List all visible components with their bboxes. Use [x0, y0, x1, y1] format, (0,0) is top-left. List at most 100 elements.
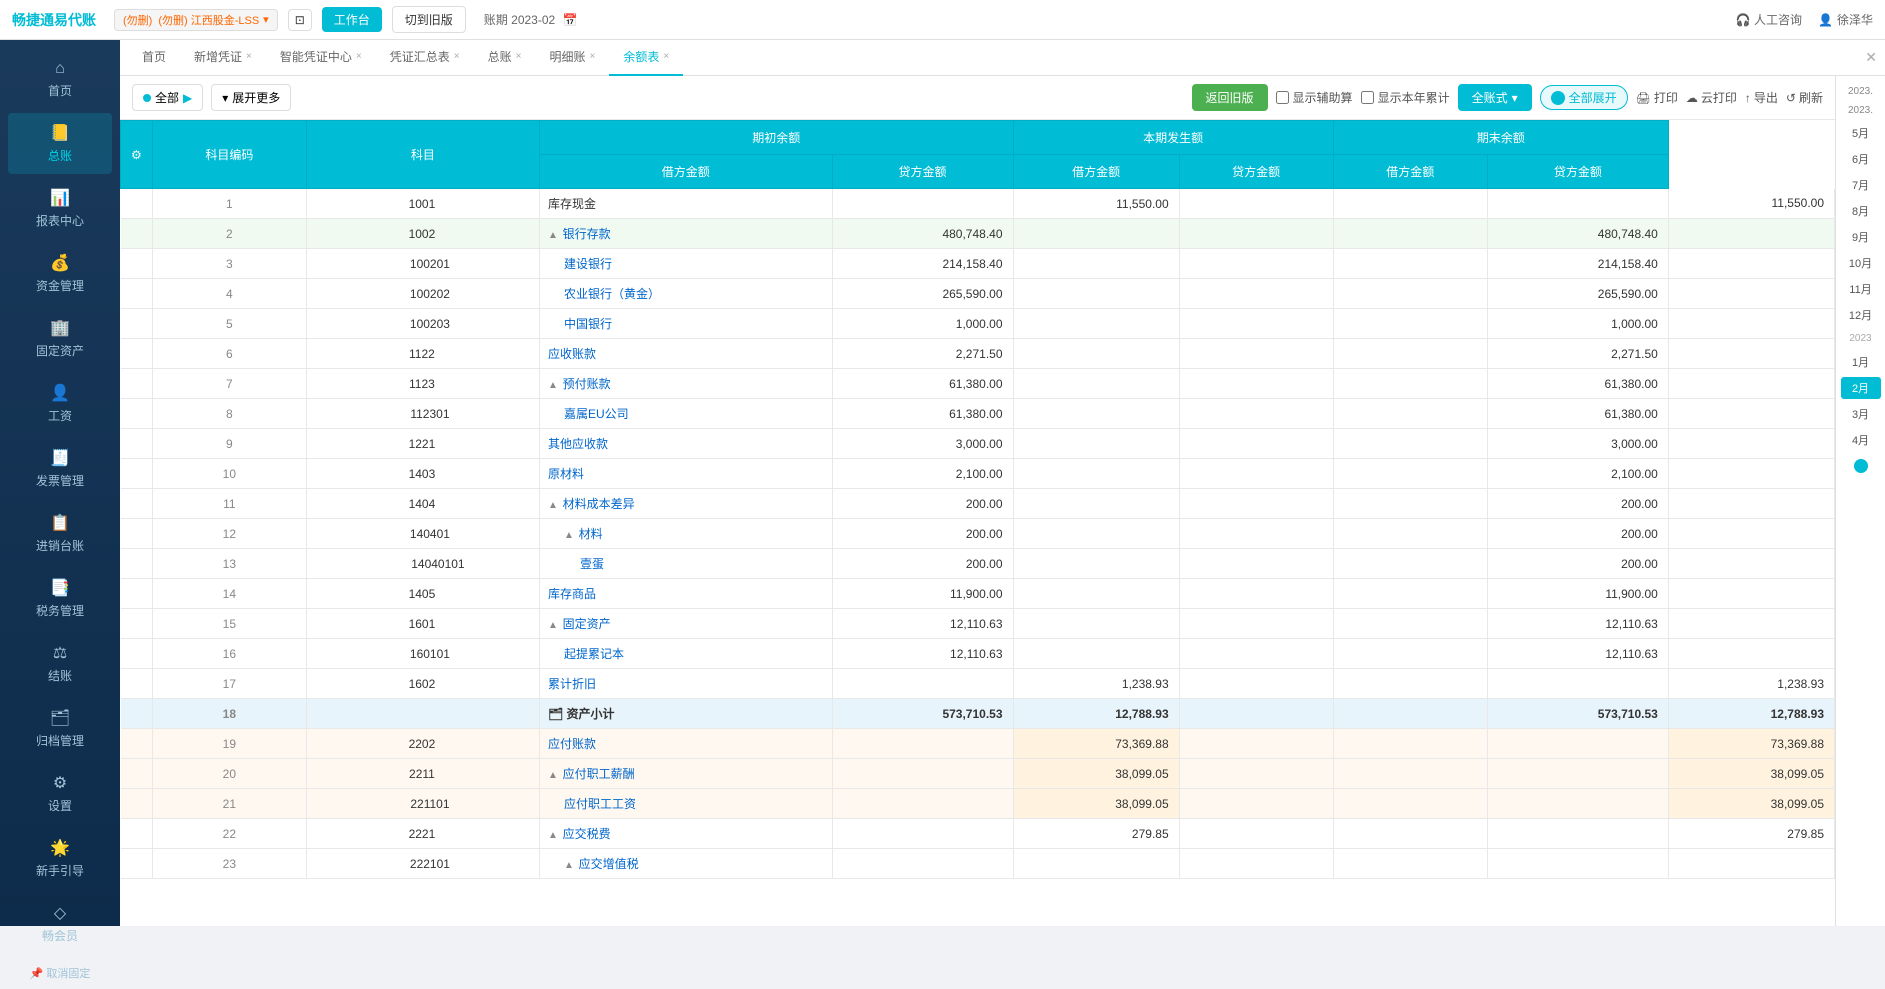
row-settings[interactable]	[121, 309, 153, 339]
row-settings[interactable]	[121, 459, 153, 489]
month-9[interactable]: 9月	[1841, 226, 1881, 248]
year-2023[interactable]: 2023	[1841, 330, 1881, 347]
tab-smart-center[interactable]: 智能凭证中心 ×	[266, 40, 376, 76]
row-settings[interactable]	[121, 729, 153, 759]
month-12[interactable]: 12月	[1841, 304, 1881, 326]
row-settings[interactable]	[121, 609, 153, 639]
month-10[interactable]: 10月	[1841, 252, 1881, 274]
tab-home[interactable]: 首页	[128, 40, 180, 76]
row-name-text[interactable]: 建设银行	[564, 257, 612, 271]
row-name-text[interactable]: 嘉属EU公司	[564, 407, 629, 421]
row-name-text[interactable]: 库存商品	[548, 587, 596, 601]
row-name[interactable]: 农业银行（黄金）	[539, 279, 832, 309]
show-ytd-input[interactable]	[1361, 91, 1374, 104]
expand-icon[interactable]: ▲	[548, 830, 561, 841]
row-name-text[interactable]: 应付职工薪酬	[563, 767, 635, 781]
month-11[interactable]: 11月	[1841, 278, 1881, 300]
row-settings[interactable]	[121, 669, 153, 699]
sidebar-item-archive[interactable]: 🗂 归档管理	[8, 698, 112, 759]
expand-icon[interactable]: ▲	[564, 530, 577, 541]
tab-close-new-voucher[interactable]: ×	[246, 51, 252, 62]
month-6[interactable]: 6月	[1841, 148, 1881, 170]
tab-ledger-main[interactable]: 总账 ×	[474, 40, 536, 76]
row-name[interactable]: 壹蛋	[539, 549, 832, 579]
tab-detail-ledger[interactable]: 明细账 ×	[535, 40, 609, 76]
switch-version-button[interactable]: 切到旧版	[392, 6, 466, 33]
cloud-print-button[interactable]: ☁ 云打印	[1686, 89, 1737, 106]
month-1[interactable]: 1月	[1841, 351, 1881, 373]
row-name[interactable]: 原材料	[539, 459, 832, 489]
row-name[interactable]: 其他应收款	[539, 429, 832, 459]
row-name-text[interactable]: 壹蛋	[580, 557, 604, 571]
full-mode-button[interactable]: 全账式 ▾	[1458, 84, 1532, 111]
row-settings[interactable]	[121, 579, 153, 609]
expand-icon[interactable]: ▲	[548, 500, 561, 511]
return-button[interactable]: 返回旧版	[1192, 84, 1268, 111]
company-selector[interactable]: (勿删) (勿删) 江西股金-LSS ▾	[114, 9, 278, 31]
row-name[interactable]: ▲ 材料	[539, 519, 832, 549]
row-name[interactable]: 累计折旧	[539, 669, 832, 699]
row-settings[interactable]	[121, 399, 153, 429]
row-name[interactable]: ▲ 材料成本差异	[539, 489, 832, 519]
tab-close-detail[interactable]: ×	[589, 51, 595, 62]
month-2[interactable]: 2月	[1841, 377, 1881, 399]
user-area[interactable]: 👤 徐泽华	[1818, 11, 1873, 28]
tab-close-voucher-summary[interactable]: ×	[454, 51, 460, 62]
row-name-text[interactable]: 原材料	[548, 467, 584, 481]
row-name-text[interactable]: 累计折旧	[548, 677, 596, 691]
row-settings[interactable]	[121, 219, 153, 249]
sidebar-item-salary[interactable]: 👤 工资	[8, 373, 112, 434]
row-name[interactable]: 应付账款	[539, 729, 832, 759]
show-ytd-checkbox[interactable]: 显示本年累计	[1361, 89, 1450, 106]
row-settings[interactable]	[121, 279, 153, 309]
copy-icon[interactable]: ⊡	[288, 9, 312, 31]
sidebar-item-invoice[interactable]: 🧾 发票管理	[8, 438, 112, 499]
row-settings[interactable]	[121, 429, 153, 459]
show-aux-checkbox[interactable]: 显示辅助算	[1276, 89, 1353, 106]
row-name[interactable]: ▲ 应交增值税	[539, 849, 832, 879]
sidebar-item-tax[interactable]: 📑 税务管理	[8, 568, 112, 629]
row-name[interactable]: 起提累记本	[539, 639, 832, 669]
row-name-text[interactable]: 应交税费	[563, 827, 611, 841]
row-name[interactable]: ▲ 银行存款	[539, 219, 832, 249]
export-button[interactable]: ↑ 导出	[1745, 89, 1778, 106]
row-settings[interactable]	[121, 819, 153, 849]
tab-close-smart-center[interactable]: ×	[356, 51, 362, 62]
sidebar-item-purchase[interactable]: 📋 进销台账	[8, 503, 112, 564]
tab-balance-table[interactable]: 余额表 ×	[609, 40, 683, 76]
row-settings[interactable]	[121, 849, 153, 879]
tab-new-voucher[interactable]: 新增凭证 ×	[180, 40, 266, 76]
month-3[interactable]: 3月	[1841, 403, 1881, 425]
row-name[interactable]: ▲ 固定资产	[539, 609, 832, 639]
row-name[interactable]: 建设银行	[539, 249, 832, 279]
row-name-text[interactable]: 固定资产	[563, 617, 611, 631]
tab-voucher-summary[interactable]: 凭证汇总表 ×	[376, 40, 474, 76]
expand-icon[interactable]: ▲	[548, 770, 561, 781]
sidebar-bottom-pin[interactable]: 📌 取消固定	[0, 956, 120, 989]
row-name[interactable]: 嘉属EU公司	[539, 399, 832, 429]
row-name[interactable]: ▲ 预付账款	[539, 369, 832, 399]
expand-icon[interactable]: ▲	[548, 380, 561, 391]
tab-close-ledger[interactable]: ×	[516, 51, 522, 62]
row-settings[interactable]	[121, 339, 153, 369]
print-button[interactable]: 🖨 打印	[1636, 89, 1678, 106]
sidebar-item-assets[interactable]: 🏢 固定资产	[8, 308, 112, 369]
filter-all-button[interactable]: 全部 ▶	[132, 84, 203, 111]
expand-all-toggle[interactable]: 全部展开	[1540, 85, 1628, 110]
row-settings[interactable]	[121, 189, 153, 219]
row-name-text[interactable]: 应交增值税	[579, 857, 639, 871]
close-all-tabs[interactable]: ✕	[1865, 49, 1877, 66]
right-panel-dot[interactable]	[1854, 459, 1868, 473]
expand-icon[interactable]: ▲	[564, 860, 577, 871]
row-name-text[interactable]: 材料成本差异	[563, 497, 635, 511]
period-calendar-icon[interactable]: 📅	[563, 13, 578, 27]
row-settings[interactable]	[121, 369, 153, 399]
row-name[interactable]: 库存商品	[539, 579, 832, 609]
row-settings[interactable]	[121, 549, 153, 579]
row-settings[interactable]	[121, 699, 153, 729]
sidebar-item-member[interactable]: ◇ 畅会员	[8, 893, 112, 954]
row-name[interactable]: ▲ 应付职工薪酬	[539, 759, 832, 789]
row-name-text[interactable]: 应付账款	[548, 737, 596, 751]
sidebar-item-settings[interactable]: ⚙ 设置	[8, 763, 112, 824]
sidebar-item-home[interactable]: ⌂ 首页	[8, 50, 112, 109]
